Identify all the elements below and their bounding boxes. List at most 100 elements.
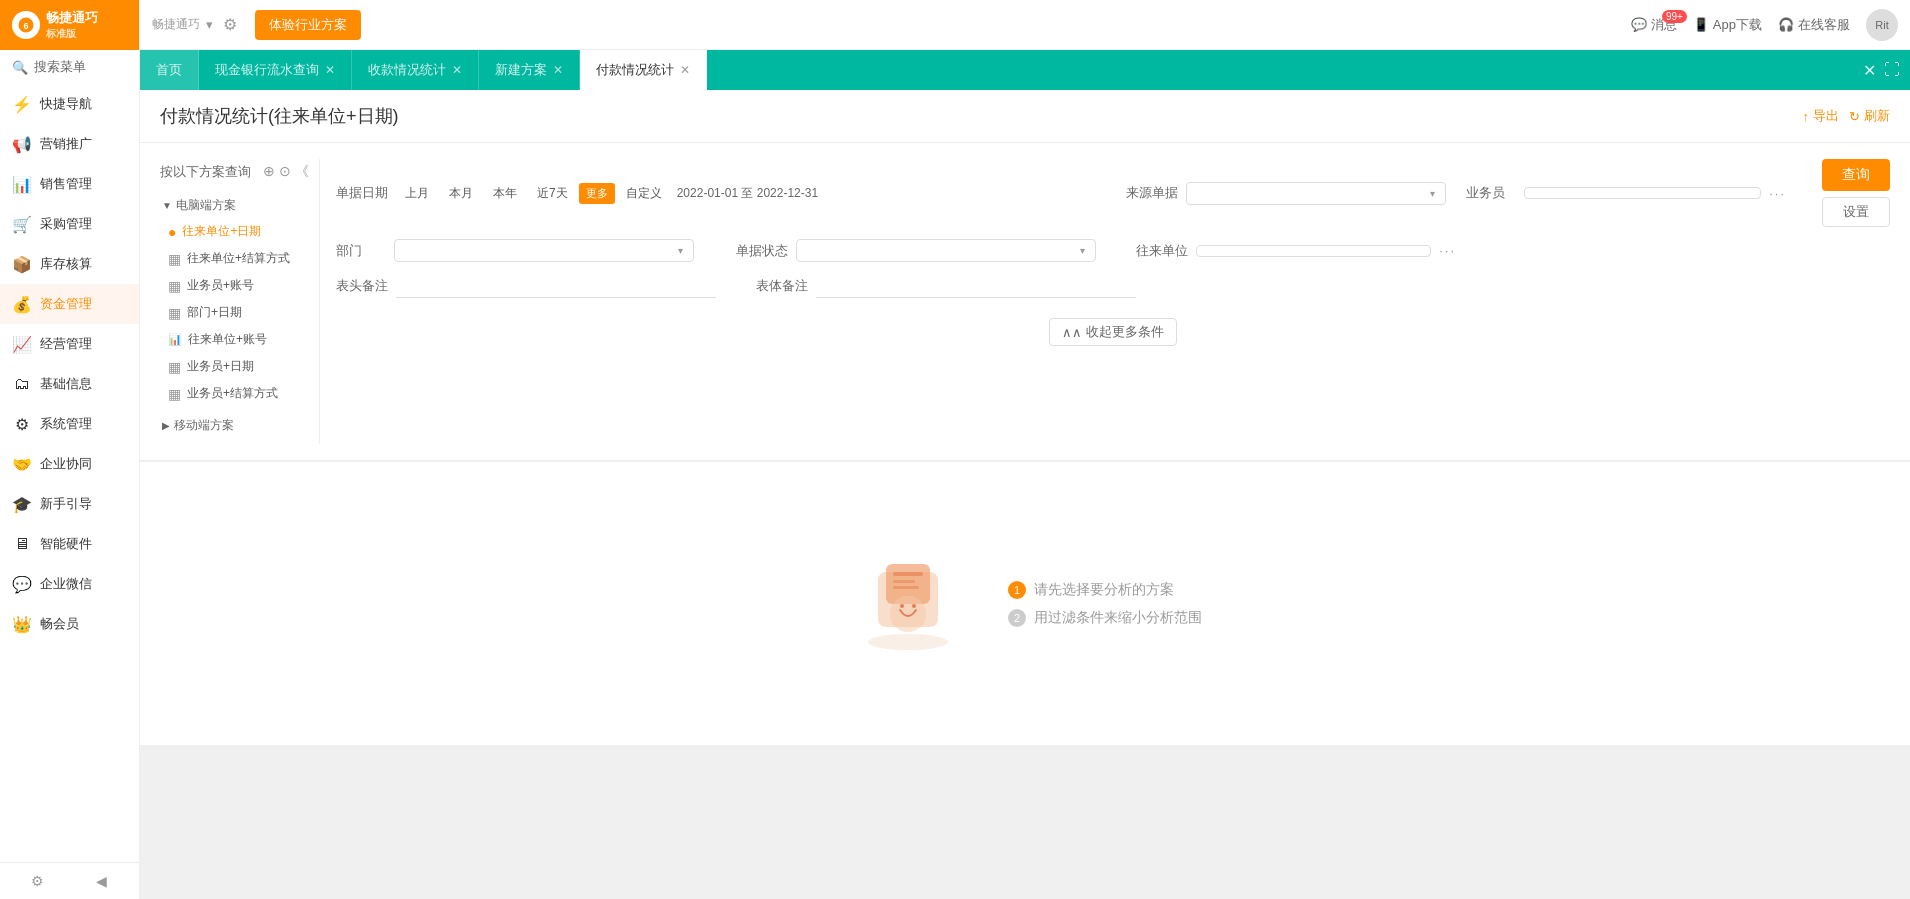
tab-home[interactable]: 首页 [140, 50, 199, 90]
tab-receipt-stats-close[interactable]: ✕ [452, 63, 462, 77]
topbar-gear-icon[interactable]: ⚙ [223, 15, 237, 34]
scheme-item-label-partner-date: 往来单位+日期 [182, 223, 261, 240]
collapse-scheme-button[interactable]: 《 [295, 163, 309, 181]
voucher-status-select[interactable]: ▾ [796, 239, 1096, 262]
date-7days[interactable]: 近7天 [528, 181, 577, 206]
sidebar-item-sales[interactable]: 📊 销售管理 [0, 164, 139, 204]
header-remark-input[interactable] [396, 274, 716, 298]
tab-receipt-stats-label: 收款情况统计 [368, 61, 446, 79]
app-download-button[interactable]: 📱 App下载 [1693, 16, 1762, 34]
collapse-sidebar-button[interactable]: ◀ [74, 873, 130, 889]
date-label: 单据日期 [336, 184, 388, 202]
search-icon: 🔍 [12, 60, 28, 75]
source-label: 来源单据 [1126, 184, 1178, 202]
filter-row-3: 表头备注 表体备注 [336, 274, 1890, 298]
logo-icon: 6 [12, 11, 40, 39]
manage-scheme-button[interactable]: ⊙ [279, 163, 291, 181]
tab-new-scheme[interactable]: 新建方案 ✕ [479, 50, 580, 90]
filter-action-btns: 查询 设置 [1822, 159, 1890, 227]
topbar-right: 💬 消息 99+ 📱 App下载 🎧 在线客服 Rit [1631, 9, 1898, 41]
tab-new-scheme-close[interactable]: ✕ [553, 63, 563, 77]
tab-payment-stats-close[interactable]: ✕ [680, 63, 690, 77]
tab-receipt-stats[interactable]: 收款情况统计 ✕ [352, 50, 479, 90]
query-button[interactable]: 查询 [1822, 159, 1890, 191]
search-menu[interactable]: 🔍 搜索菜单 [0, 50, 139, 84]
date-more[interactable]: 更多 [579, 183, 615, 204]
scheme-item-partner-settle[interactable]: ▦ 往来单位+结算方式 [160, 245, 309, 272]
main-content: 畅捷通巧 ▾ ⚙ 体验行业方案 💬 消息 99+ 📱 App下载 🎧 在线客服 … [140, 0, 1910, 899]
tab-payment-stats[interactable]: 付款情况统计 ✕ [580, 50, 707, 90]
pc-group-label: 电脑端方案 [176, 197, 236, 214]
page-title: 付款情况统计(往来单位+日期) [160, 104, 1803, 128]
date-this-year[interactable]: 本年 [484, 181, 526, 206]
sidebar-bottom: ⚙ ◀ [0, 862, 139, 899]
settings-icon: ⚙ [31, 873, 44, 889]
source-select[interactable]: ▾ [1186, 182, 1446, 205]
trial-button[interactable]: 体验行业方案 [255, 10, 361, 40]
partner-label: 往来单位 [1136, 242, 1188, 260]
close-tab-icon[interactable]: ✕ [1863, 61, 1876, 80]
sidebar-item-basic[interactable]: 🗂 基础信息 [0, 364, 139, 404]
sidebar-item-purchase[interactable]: 🛒 采购管理 [0, 204, 139, 244]
partner-select[interactable] [1196, 245, 1431, 257]
pc-group-title[interactable]: ▼ 电脑端方案 [160, 193, 309, 218]
online-service-button[interactable]: 🎧 在线客服 [1778, 16, 1850, 34]
sidebar-item-marketing[interactable]: 📢 营销推广 [0, 124, 139, 164]
basic-icon: 🗂 [12, 374, 32, 394]
sidebar-item-wechat[interactable]: 💬 企业微信 [0, 564, 139, 604]
scheme-item-label-staff-settle: 业务员+结算方式 [187, 385, 278, 402]
date-custom[interactable]: 自定义 [617, 181, 671, 206]
pc-group-arrow: ▼ [162, 200, 172, 211]
sidebar-item-operations[interactable]: 📈 经营管理 [0, 324, 139, 364]
export-button[interactable]: ↑ 导出 [1803, 107, 1840, 125]
settings-button[interactable]: ⚙ [10, 873, 66, 889]
sidebar-item-guide[interactable]: 🎓 新手引导 [0, 484, 139, 524]
finance-icon: 💰 [12, 294, 32, 314]
staff-more-icon[interactable]: ··· [1769, 186, 1786, 201]
user-avatar[interactable]: Rit [1866, 9, 1898, 41]
expand-tab-icon[interactable]: ⛶ [1884, 61, 1900, 79]
dept-select[interactable]: ▾ [394, 239, 694, 262]
settings-button[interactable]: 设置 [1822, 197, 1890, 227]
scheme-item-partner-account[interactable]: 📊 往来单位+账号 [160, 326, 309, 353]
empty-tip-2-text: 用过滤条件来缩小分析范围 [1034, 609, 1202, 627]
export-label: 导出 [1813, 107, 1839, 125]
tab-bank-flow[interactable]: 现金银行流水查询 ✕ [199, 50, 352, 90]
staff-select[interactable] [1524, 187, 1761, 199]
refresh-button[interactable]: ↻ 刷新 [1849, 107, 1890, 125]
scheme-item-staff-account[interactable]: ▦ 业务员+账号 [160, 272, 309, 299]
sidebar-item-label: 畅会员 [40, 615, 79, 633]
sidebar-item-label: 经营管理 [40, 335, 92, 353]
tab-bank-flow-close[interactable]: ✕ [325, 63, 335, 77]
topbar-chevron-icon[interactable]: ▾ [206, 17, 213, 32]
collapse-btn-row: ∧∧ 收起更多条件 [336, 310, 1890, 350]
date-this-month[interactable]: 本月 [440, 181, 482, 206]
sidebar-item-quick-nav[interactable]: ⚡ 快捷导航 [0, 84, 139, 124]
scheme-item-partner-date[interactable]: ● 往来单位+日期 [160, 218, 309, 245]
topbar: 畅捷通巧 ▾ ⚙ 体验行业方案 💬 消息 99+ 📱 App下载 🎧 在线客服 … [140, 0, 1910, 50]
collapse-conditions-button[interactable]: ∧∧ 收起更多条件 [1049, 318, 1177, 346]
sidebar-item-member[interactable]: 👑 畅会员 [0, 604, 139, 644]
add-scheme-button[interactable]: ⊕ [263, 163, 275, 181]
sidebar-item-cooperation[interactable]: 🤝 企业协同 [0, 444, 139, 484]
sidebar-item-inventory[interactable]: 📦 库存核算 [0, 244, 139, 284]
filter-field-date: 单据日期 上月 本月 本年 近7天 更多 自定义 2022-01-01 至 20… [336, 181, 1106, 206]
sidebar-item-system[interactable]: ⚙ 系统管理 [0, 404, 139, 444]
sidebar-item-hardware[interactable]: 🖥 智能硬件 [0, 524, 139, 564]
sidebar-item-finance[interactable]: 💰 资金管理 [0, 284, 139, 324]
scheme-item-staff-settle[interactable]: ▦ 业务员+结算方式 [160, 380, 309, 407]
user-text: Rit [1875, 19, 1888, 31]
message-button[interactable]: 💬 消息 99+ [1631, 16, 1677, 34]
partner-more-icon[interactable]: ··· [1439, 243, 1456, 258]
body-remark-input[interactable] [816, 274, 1136, 298]
tab-new-scheme-label: 新建方案 [495, 61, 547, 79]
mobile-group-title[interactable]: ▶ 移动端方案 [160, 413, 309, 438]
app-download-label: App下载 [1713, 16, 1762, 34]
sidebar-item-label: 基础信息 [40, 375, 92, 393]
scheme-item-dept-date[interactable]: ▦ 部门+日期 [160, 299, 309, 326]
export-icon: ↑ [1803, 109, 1810, 124]
scheme-item-staff-date[interactable]: ▦ 业务员+日期 [160, 353, 309, 380]
scheme-item-icon-dept-date: ▦ [168, 305, 181, 321]
guide-icon: 🎓 [12, 494, 32, 514]
date-last-month[interactable]: 上月 [396, 181, 438, 206]
